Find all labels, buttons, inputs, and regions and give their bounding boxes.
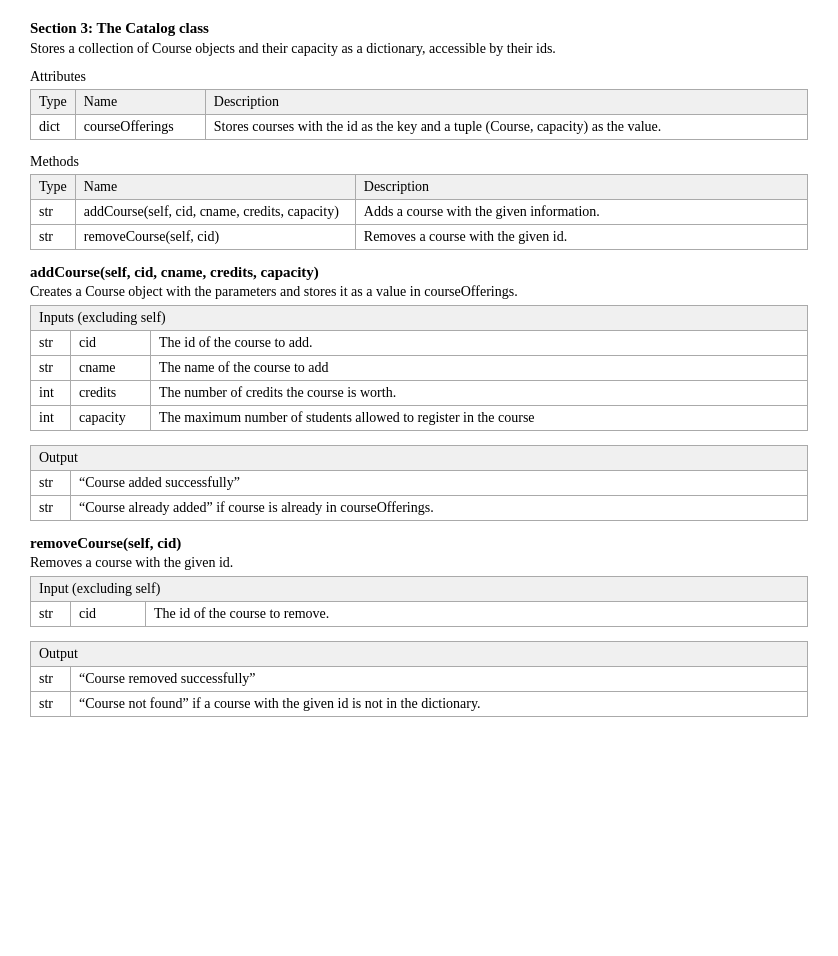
method-name-1: removeCourse(self, cid) — [75, 225, 355, 250]
attr-col-type: Type — [31, 90, 76, 115]
input-type-3: int — [31, 406, 71, 431]
section-description: Stores a collection of Course objects an… — [30, 41, 808, 57]
remove-input-desc-0: The id of the course to remove. — [146, 602, 808, 627]
removecourse-desc: Removes a course with the given id. — [30, 555, 808, 571]
input-desc-3: The maximum number of students allowed t… — [151, 406, 808, 431]
addcourse-outputs-table: Output str “Course added successfully” s… — [30, 445, 808, 521]
output-val-0: “Course added successfully” — [71, 471, 808, 496]
addcourse-inputs-header: Inputs (excluding self) — [31, 306, 808, 331]
removecourse-inputs-table: Input (excluding self) str cid The id of… — [30, 576, 808, 627]
addcourse-title: addCourse(self, cid, cname, credits, cap… — [30, 264, 808, 281]
removecourse-outputs-header: Output — [31, 642, 808, 667]
table-row: int credits The number of credits the co… — [31, 381, 808, 406]
methods-label: Methods — [30, 154, 808, 170]
output-type-0: str — [31, 471, 71, 496]
table-row: dict courseOfferings Stores courses with… — [31, 115, 808, 140]
remove-output-type-1: str — [31, 692, 71, 717]
remove-input-name-0: cid — [71, 602, 146, 627]
remove-output-val-1: “Course not found” if a course with the … — [71, 692, 808, 717]
attr-col-name: Name — [75, 90, 205, 115]
input-type-1: str — [31, 356, 71, 381]
attributes-label: Attributes — [30, 69, 808, 85]
method-col-type: Type — [31, 175, 76, 200]
remove-input-type-0: str — [31, 602, 71, 627]
addcourse-desc: Creates a Course object with the paramet… — [30, 284, 808, 300]
method-col-desc: Description — [355, 175, 807, 200]
remove-output-type-0: str — [31, 667, 71, 692]
input-desc-0: The id of the course to add. — [151, 331, 808, 356]
removecourse-outputs-table: Output str “Course removed successfully”… — [30, 641, 808, 717]
methods-table: Type Name Description str addCourse(self… — [30, 174, 808, 250]
removecourse-inputs-header: Input (excluding self) — [31, 577, 808, 602]
input-name-0: cid — [71, 331, 151, 356]
table-row: str cname The name of the course to add — [31, 356, 808, 381]
method-desc-1: Removes a course with the given id. — [355, 225, 807, 250]
removecourse-title: removeCourse(self, cid) — [30, 535, 808, 552]
section-title: Section 3: The Catalog class — [30, 20, 808, 37]
table-row: int capacity The maximum number of stude… — [31, 406, 808, 431]
table-row: str removeCourse(self, cid) Removes a co… — [31, 225, 808, 250]
input-desc-1: The name of the course to add — [151, 356, 808, 381]
table-row: str “Course added successfully” — [31, 471, 808, 496]
input-name-1: cname — [71, 356, 151, 381]
attr-col-desc: Description — [205, 90, 807, 115]
table-row: str cid The id of the course to add. — [31, 331, 808, 356]
method-type-1: str — [31, 225, 76, 250]
output-val-1: “Course already added” if course is alre… — [71, 496, 808, 521]
input-name-2: credits — [71, 381, 151, 406]
table-row: str addCourse(self, cid, cname, credits,… — [31, 200, 808, 225]
input-name-3: capacity — [71, 406, 151, 431]
input-type-2: int — [31, 381, 71, 406]
table-row: str cid The id of the course to remove. — [31, 602, 808, 627]
table-row: str “Course not found” if a course with … — [31, 692, 808, 717]
method-type-0: str — [31, 200, 76, 225]
remove-output-val-0: “Course removed successfully” — [71, 667, 808, 692]
addcourse-inputs-table: Inputs (excluding self) str cid The id o… — [30, 305, 808, 431]
input-type-0: str — [31, 331, 71, 356]
addcourse-outputs-header: Output — [31, 446, 808, 471]
table-row: str “Course already added” if course is … — [31, 496, 808, 521]
method-name-0: addCourse(self, cid, cname, credits, cap… — [75, 200, 355, 225]
attr-desc: Stores courses with the id as the key an… — [205, 115, 807, 140]
table-row: str “Course removed successfully” — [31, 667, 808, 692]
output-type-1: str — [31, 496, 71, 521]
attr-name: courseOfferings — [75, 115, 205, 140]
method-col-name: Name — [75, 175, 355, 200]
attributes-table: Type Name Description dict courseOfferin… — [30, 89, 808, 140]
method-desc-0: Adds a course with the given information… — [355, 200, 807, 225]
input-desc-2: The number of credits the course is wort… — [151, 381, 808, 406]
attr-type: dict — [31, 115, 76, 140]
